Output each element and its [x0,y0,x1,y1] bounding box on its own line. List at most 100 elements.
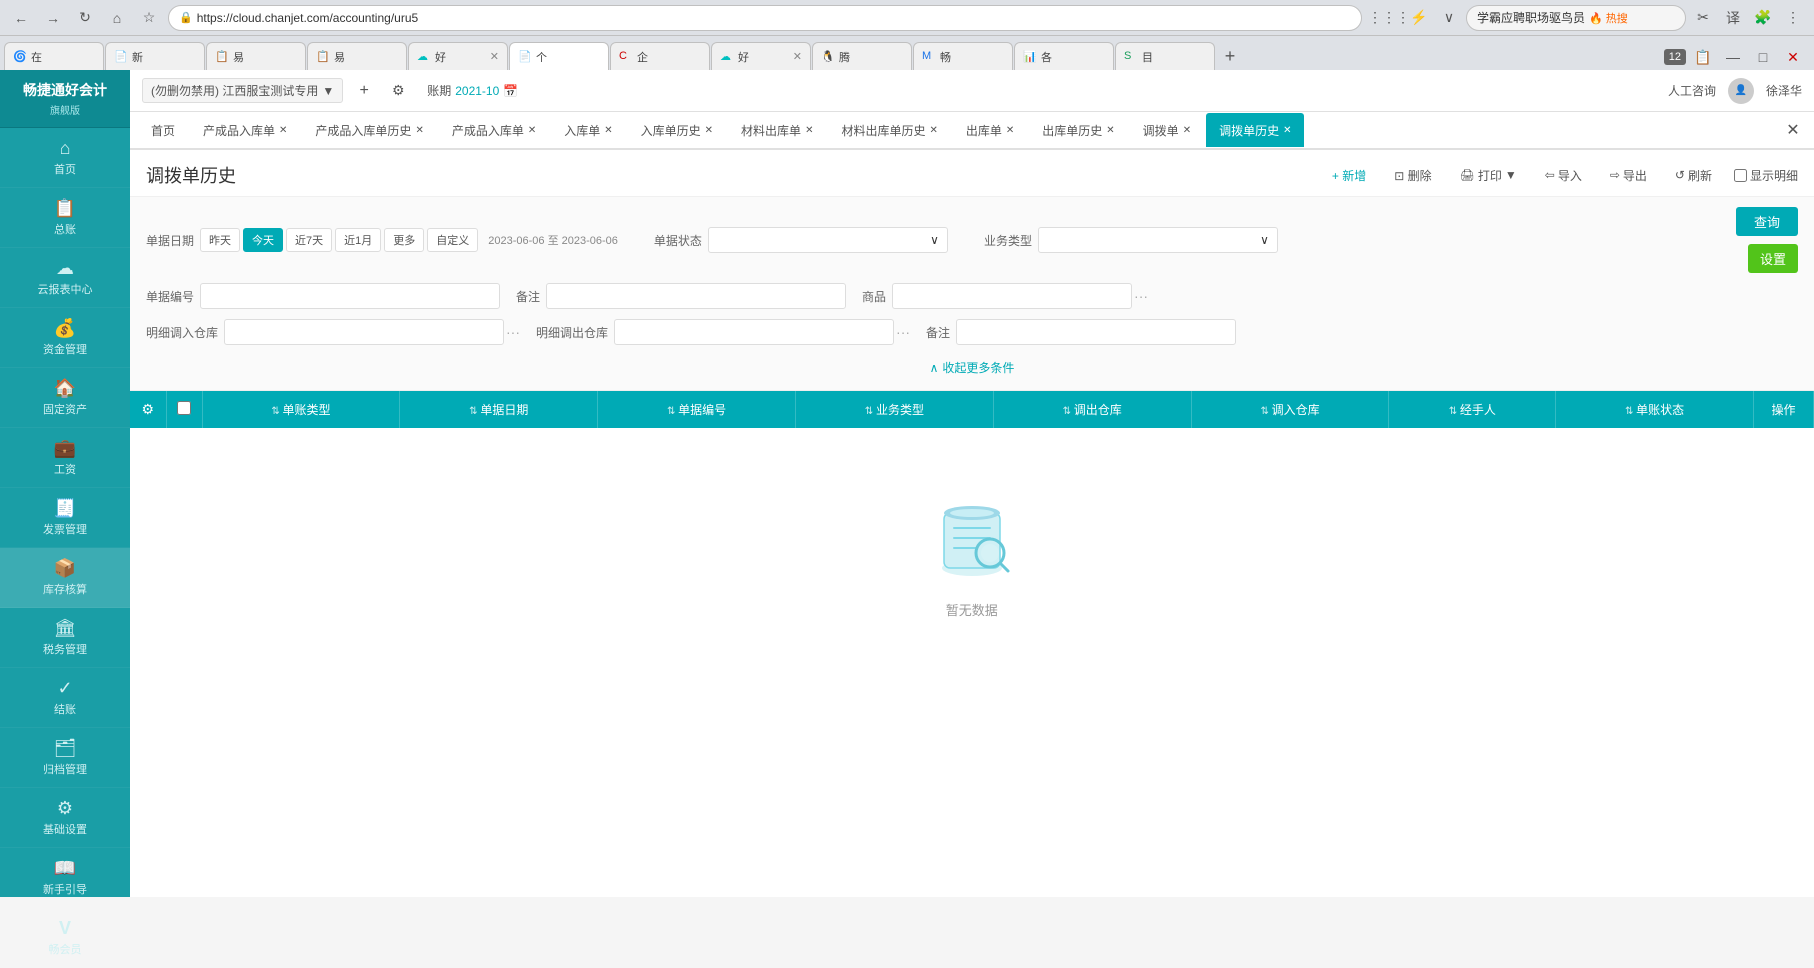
search-bar[interactable]: 学霸应聘职场驱鸟员 🔥 热搜 [1466,5,1686,31]
th-biz-type[interactable]: 业务类型 [795,391,993,428]
page-tab-out-history[interactable]: 出库单历史 ✕ [1029,113,1127,147]
sidebar-item-member[interactable]: V 畅会员 [0,908,130,968]
user-avatar[interactable]: 👤 [1728,78,1754,104]
sidebar-item-fixed-assets[interactable]: 🏠 固定资产 [0,368,130,428]
page-tab-in[interactable]: 入库单 ✕ [551,113,625,147]
tab-material-out-history-close[interactable]: ✕ [929,125,937,136]
collapse-bar[interactable]: ∧ 收起更多条件 [146,355,1798,380]
th-doc-type[interactable]: 单账类型 [202,391,400,428]
translate-icon-btn[interactable]: 译 [1720,5,1746,31]
th-handler[interactable]: 经手人 [1389,391,1556,428]
scissors-icon-btn[interactable]: ✂ [1690,5,1716,31]
tab-8-close[interactable]: ✕ [789,50,802,63]
grid-icon-btn[interactable]: ⋮⋮⋮ [1376,5,1402,31]
more-icon-btn[interactable]: ⋮ [1780,5,1806,31]
date-btn-1month[interactable]: 近1月 [335,228,381,252]
th-checkbox[interactable] [166,391,202,428]
browser-tab-3[interactable]: 📋 易 [206,42,306,70]
th-gear[interactable]: ⚙ [130,391,166,428]
tab-product-in2-close[interactable]: ✕ [528,125,536,136]
sidebar-item-funds[interactable]: 💰 资金管理 [0,308,130,368]
tab-product-in-close[interactable]: ✕ [279,125,287,136]
reload-button[interactable]: ↻ [72,5,98,31]
tab-transfer-history-close[interactable]: ✕ [1283,125,1291,136]
browser-tab-12[interactable]: S 目 [1115,42,1215,70]
maximize-btn[interactable]: □ [1750,44,1776,70]
tab-5-close[interactable]: ✕ [486,50,499,63]
th-out-warehouse[interactable]: 调出仓库 [993,391,1191,428]
browser-tab-10[interactable]: M 畅 [913,42,1013,70]
tab-out-history-close[interactable]: ✕ [1106,125,1114,136]
tab-material-out-close[interactable]: ✕ [805,125,813,136]
close-all-tabs-btn[interactable]: ✕ [1780,117,1806,143]
browser-tab-9[interactable]: 🐧 腾 [812,42,912,70]
tab-product-in-history-close[interactable]: ✕ [415,125,423,136]
export-button[interactable]: ⇨ 导出 [1600,163,1657,188]
detail-out-more-icon[interactable]: ··· [896,324,910,340]
sidebar-item-inventory[interactable]: 📦 库存核算 [0,548,130,608]
page-tab-transfer-history[interactable]: 调拨单历史 ✕ [1206,113,1304,147]
browser-tab-11[interactable]: 📊 各 [1014,42,1114,70]
company-selector[interactable]: (勿删勿禁用) 江西服宝测试专用 ▼ [142,78,343,103]
page-tab-product-in2[interactable]: 产成品入库单 ✕ [439,113,549,147]
show-cols-checkbox[interactable] [1734,169,1747,182]
tab-out-close[interactable]: ✕ [1006,125,1014,136]
support-label[interactable]: 人工咨询 [1668,82,1716,99]
browser-tab-4[interactable]: 📋 易 [307,42,407,70]
remark-input[interactable] [546,283,846,309]
browser-tab-1[interactable]: 🌀 在 [4,42,104,70]
calendar-icon[interactable]: 📅 [503,84,518,98]
sidebar-item-archive[interactable]: 🗂 归档管理 [0,728,130,788]
th-in-warehouse[interactable]: 调入仓库 [1191,391,1389,428]
lightning-icon-btn[interactable]: ⚡ [1406,5,1432,31]
sidebar-item-settings[interactable]: ⚙ 基础设置 [0,788,130,848]
select-all-checkbox[interactable] [177,401,191,415]
tab-menu-btn[interactable]: 📋 [1690,44,1716,70]
biz-type-select[interactable]: ∨ [1038,227,1278,253]
date-btn-today[interactable]: 今天 [243,228,283,252]
date-btn-7days[interactable]: 近7天 [286,228,332,252]
gear-icon[interactable]: ⚙ [141,401,154,417]
import-button[interactable]: ⇦ 导入 [1535,163,1592,188]
star-button[interactable]: ☆ [136,5,162,31]
query-button[interactable]: 查询 [1736,207,1798,236]
browser-tab-7[interactable]: C 企 [610,42,710,70]
print-button[interactable]: 🖨 打印 ▼ [1450,163,1527,188]
date-btn-custom[interactable]: 自定义 [427,228,478,252]
tab-in-close[interactable]: ✕ [604,125,612,136]
sidebar-item-reports[interactable]: ☁ 云报表中心 [0,248,130,308]
page-tab-home[interactable]: 首页 [138,113,188,147]
page-tab-product-in[interactable]: 产成品入库单 ✕ [190,113,300,147]
delete-button[interactable]: ⊡ 删除 [1384,163,1441,188]
browser-tab-5[interactable]: ☁ 好 ✕ [408,42,508,70]
date-btn-more[interactable]: 更多 [384,228,424,252]
status-select[interactable]: ∨ [708,227,948,253]
sidebar-item-payroll[interactable]: 💼 工资 [0,428,130,488]
tab-in-history-close[interactable]: ✕ [705,125,713,136]
new-button[interactable]: + 新增 [1322,163,1376,188]
browser-tab-6[interactable]: 📄 个 [509,42,609,70]
sidebar-item-invoices[interactable]: 🧾 发票管理 [0,488,130,548]
add-company-btn[interactable]: + [351,78,377,104]
detail-in-input[interactable] [224,319,504,345]
sidebar-item-closing[interactable]: ✓ 结账 [0,668,130,728]
th-doc-date[interactable]: 单据日期 [400,391,598,428]
show-cols-checkbox-label[interactable]: 显示明细 [1734,167,1798,184]
sidebar-item-home[interactable]: ⌂ 首页 [0,128,130,188]
page-tab-product-in-history[interactable]: 产成品入库单历史 ✕ [302,113,436,147]
date-btn-yesterday[interactable]: 昨天 [200,228,240,252]
home-button[interactable]: ⌂ [104,5,130,31]
header-settings-btn[interactable]: ⚙ [385,78,411,104]
page-tab-out[interactable]: 出库单 ✕ [953,113,1027,147]
browser-tab-8[interactable]: ☁ 好 ✕ [711,42,811,70]
tab-transfer-close[interactable]: ✕ [1183,125,1191,136]
settings-button[interactable]: 设置 [1748,244,1798,273]
detail-remark-input[interactable] [956,319,1236,345]
extensions-icon-btn[interactable]: 🧩 [1750,5,1776,31]
minimize-btn[interactable]: — [1720,44,1746,70]
doc-no-input[interactable] [200,283,500,309]
chevron-down-btn[interactable]: ∨ [1436,5,1462,31]
sidebar-item-general-ledger[interactable]: 📋 总账 [0,188,130,248]
browser-tab-2[interactable]: 📄 新 [105,42,205,70]
goods-more-icon[interactable]: ··· [1134,288,1148,304]
